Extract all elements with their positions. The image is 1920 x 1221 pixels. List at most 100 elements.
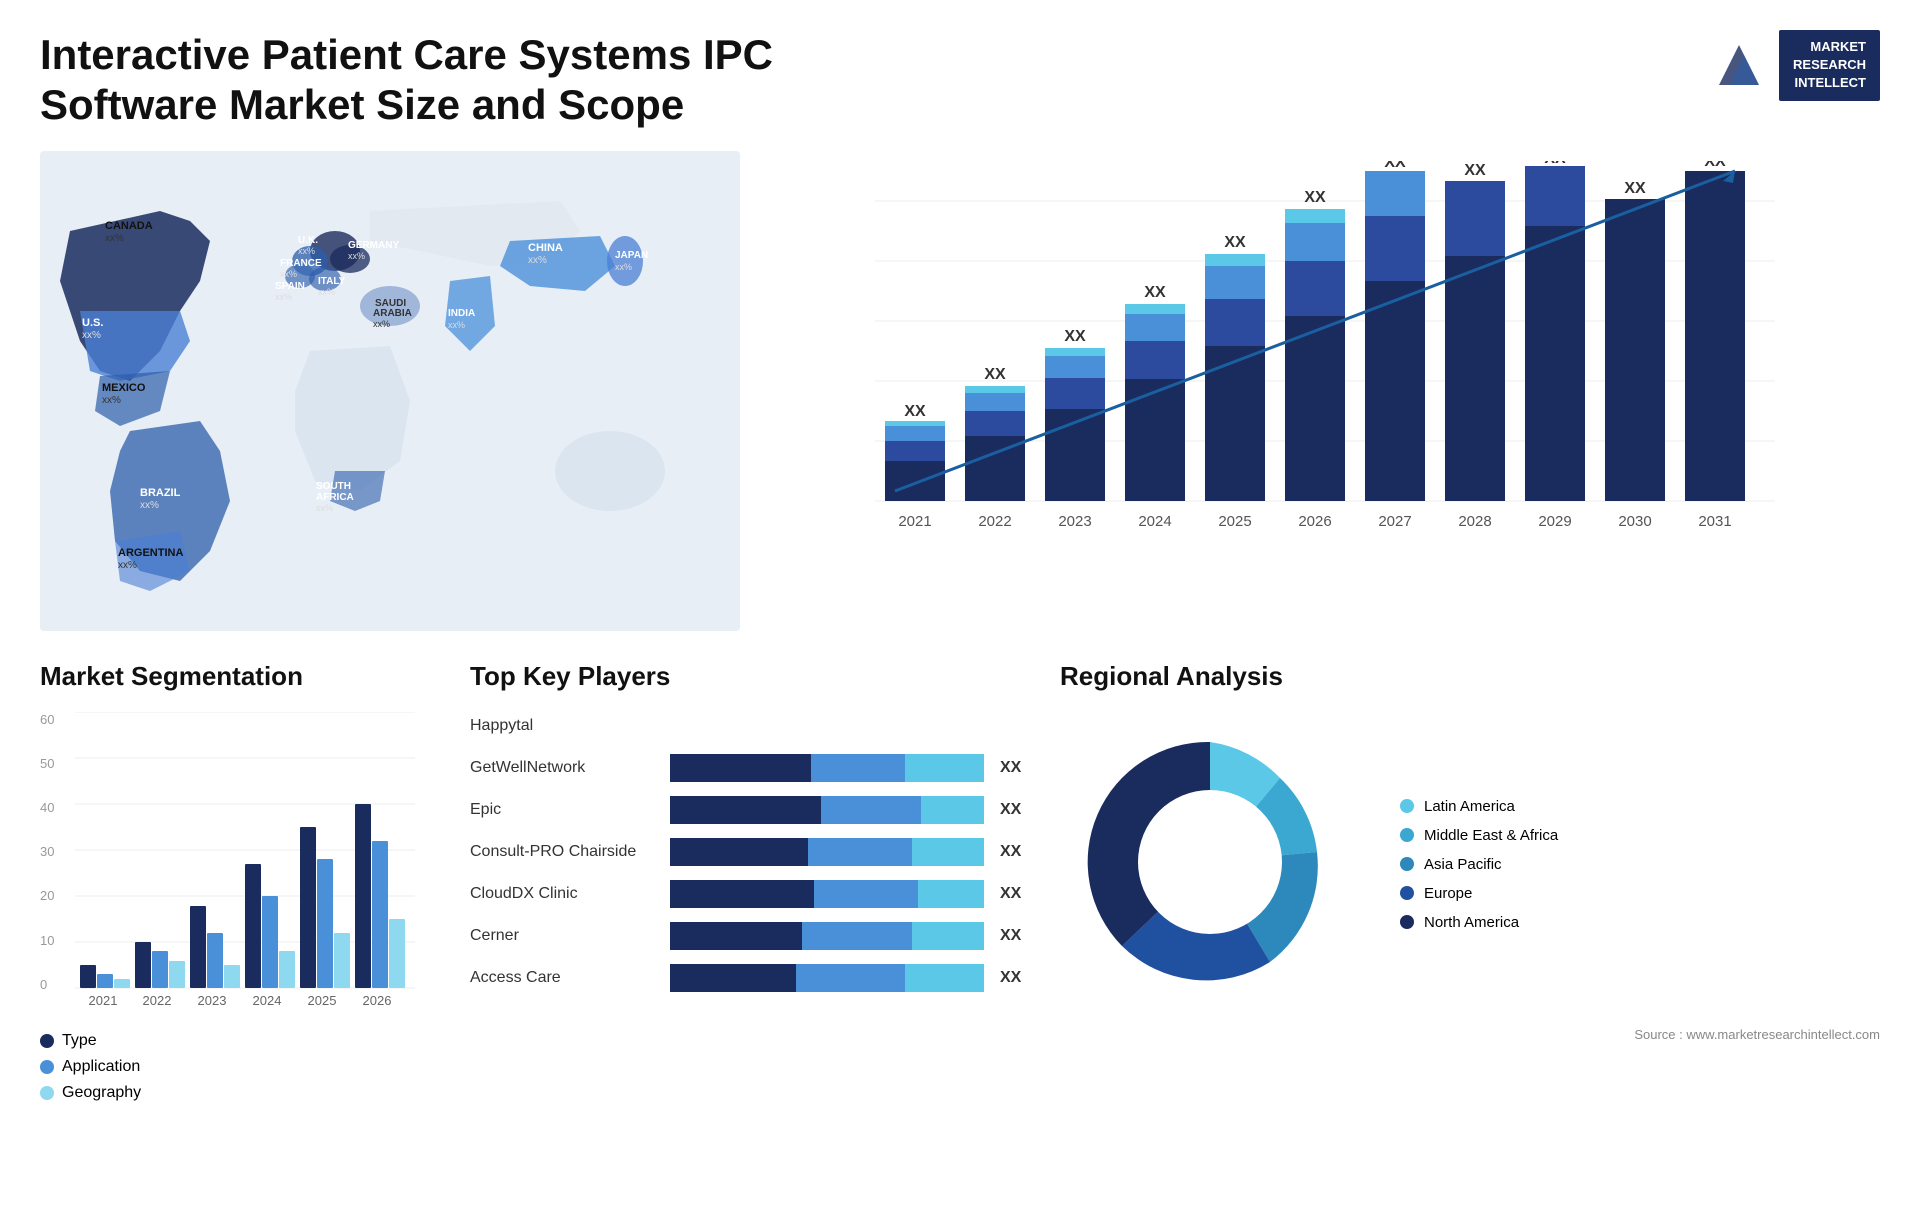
player-bar — [670, 712, 984, 740]
header: Interactive Patient Care Systems IPC Sof… — [40, 30, 1880, 131]
latin-america-label: Latin America — [1424, 798, 1515, 815]
bar-seg-1 — [670, 838, 808, 866]
logo-area: MARKET RESEARCH INTELLECT — [1709, 30, 1880, 101]
svg-text:2027: 2027 — [1378, 513, 1411, 530]
player-row-accesscare: Access Care XX — [470, 964, 1030, 992]
player-row-cerner: Cerner XX — [470, 922, 1030, 950]
svg-text:ITALY: ITALY — [318, 276, 346, 287]
bar-seg-1 — [670, 754, 811, 782]
svg-text:2030: 2030 — [1618, 513, 1651, 530]
world-map: CANADA xx% U.S. xx% MEXICO xx% BRAZIL xx… — [40, 151, 740, 631]
svg-text:JAPAN: JAPAN — [615, 250, 648, 261]
legend-middle-east: Middle East & Africa — [1400, 827, 1558, 844]
svg-text:SPAIN: SPAIN — [275, 281, 305, 292]
svg-text:ARGENTINA: ARGENTINA — [118, 547, 183, 559]
svg-text:xx%: xx% — [348, 251, 365, 261]
svg-text:2024: 2024 — [1138, 513, 1171, 530]
svg-text:SOUTH: SOUTH — [316, 481, 351, 492]
north-america-color — [1400, 915, 1414, 929]
segmentation-title: Market Segmentation — [40, 661, 440, 692]
top-section: CANADA xx% U.S. xx% MEXICO xx% BRAZIL xx… — [40, 151, 1880, 631]
player-name: GetWellNetwork — [470, 759, 660, 777]
player-xx: XX — [1000, 843, 1030, 861]
svg-text:2021: 2021 — [89, 993, 118, 1008]
player-xx: XX — [1000, 885, 1030, 903]
geography-color — [40, 1086, 54, 1100]
svg-text:xx%: xx% — [102, 395, 121, 406]
middle-east-label: Middle East & Africa — [1424, 827, 1558, 844]
svg-text:xx%: xx% — [82, 330, 101, 341]
svg-text:XX: XX — [1384, 161, 1406, 171]
svg-text:2023: 2023 — [1058, 513, 1091, 530]
svg-text:xx%: xx% — [118, 560, 137, 571]
bar-seg-3 — [918, 880, 984, 908]
logo-text: MARKET RESEARCH INTELLECT — [1779, 30, 1880, 101]
svg-text:MEXICO: MEXICO — [102, 382, 146, 394]
legend-type: Type — [40, 1032, 440, 1050]
player-name: Access Care — [470, 969, 660, 987]
svg-text:FRANCE: FRANCE — [280, 258, 322, 269]
svg-text:xx%: xx% — [448, 320, 465, 330]
svg-text:2026: 2026 — [1298, 513, 1331, 530]
svg-text:XX: XX — [1704, 161, 1726, 170]
player-bar — [670, 754, 984, 782]
type-color — [40, 1034, 54, 1048]
svg-text:XX: XX — [984, 366, 1006, 383]
svg-text:2021: 2021 — [898, 513, 931, 530]
svg-text:2025: 2025 — [308, 993, 337, 1008]
svg-text:CANADA: CANADA — [105, 220, 153, 232]
svg-text:xx%: xx% — [140, 500, 159, 511]
bar-seg-1 — [670, 922, 802, 950]
player-bar — [670, 838, 984, 866]
legend-europe: Europe — [1400, 885, 1558, 902]
player-row-consultpro: Consult-PRO Chairside XX — [470, 838, 1030, 866]
donut-chart — [1060, 712, 1360, 1017]
donut-area: Latin America Middle East & Africa Asia … — [1060, 712, 1880, 1017]
bar-seg-3 — [912, 922, 984, 950]
svg-text:2026: 2026 — [363, 993, 392, 1008]
svg-text:2022: 2022 — [978, 513, 1011, 530]
page-title: Interactive Patient Care Systems IPC Sof… — [40, 30, 840, 131]
svg-text:XX: XX — [1624, 180, 1646, 197]
application-color — [40, 1060, 54, 1074]
asia-pacific-label: Asia Pacific — [1424, 856, 1502, 873]
svg-text:XX: XX — [1304, 189, 1326, 206]
player-name: Cerner — [470, 927, 660, 945]
player-name: Consult-PRO Chairside — [470, 843, 660, 861]
player-bar — [670, 922, 984, 950]
player-bar — [670, 964, 984, 992]
svg-text:xx%: xx% — [615, 262, 632, 272]
latin-america-color — [1400, 799, 1414, 813]
svg-text:XX: XX — [1464, 162, 1486, 179]
europe-color — [1400, 886, 1414, 900]
svg-text:xx%: xx% — [318, 287, 335, 297]
player-xx: XX — [1000, 801, 1030, 819]
player-xx: XX — [1000, 927, 1030, 945]
svg-text:2025: 2025 — [1218, 513, 1251, 530]
svg-text:CHINA: CHINA — [528, 242, 563, 254]
legend-latin-america: Latin America — [1400, 798, 1558, 815]
svg-text:INDIA: INDIA — [448, 308, 475, 319]
svg-text:xx%: xx% — [298, 246, 315, 256]
bar-seg-2 — [814, 880, 918, 908]
svg-text:2028: 2028 — [1458, 513, 1491, 530]
svg-text:AFRICA: AFRICA — [316, 492, 354, 503]
svg-text:2023: 2023 — [198, 993, 227, 1008]
bar-seg-2 — [802, 922, 912, 950]
svg-text:XX: XX — [1144, 284, 1166, 301]
svg-text:xx%: xx% — [275, 292, 292, 302]
svg-text:XX: XX — [904, 403, 926, 420]
player-name: Epic — [470, 801, 660, 819]
regional-title: Regional Analysis — [1060, 661, 1880, 692]
bar-seg-2 — [811, 754, 905, 782]
europe-label: Europe — [1424, 885, 1472, 902]
player-bar — [670, 796, 984, 824]
bar-seg-1 — [670, 796, 821, 824]
regional-legend: Latin America Middle East & Africa Asia … — [1400, 798, 1558, 931]
asia-pacific-color — [1400, 857, 1414, 871]
bottom-section: Market Segmentation 60 50 40 30 20 10 0 — [40, 661, 1880, 1191]
player-bar — [670, 880, 984, 908]
donut-svg — [1060, 712, 1360, 1012]
svg-text:GERMANY: GERMANY — [348, 240, 399, 251]
map-svg: CANADA xx% U.S. xx% MEXICO xx% BRAZIL xx… — [40, 151, 740, 631]
